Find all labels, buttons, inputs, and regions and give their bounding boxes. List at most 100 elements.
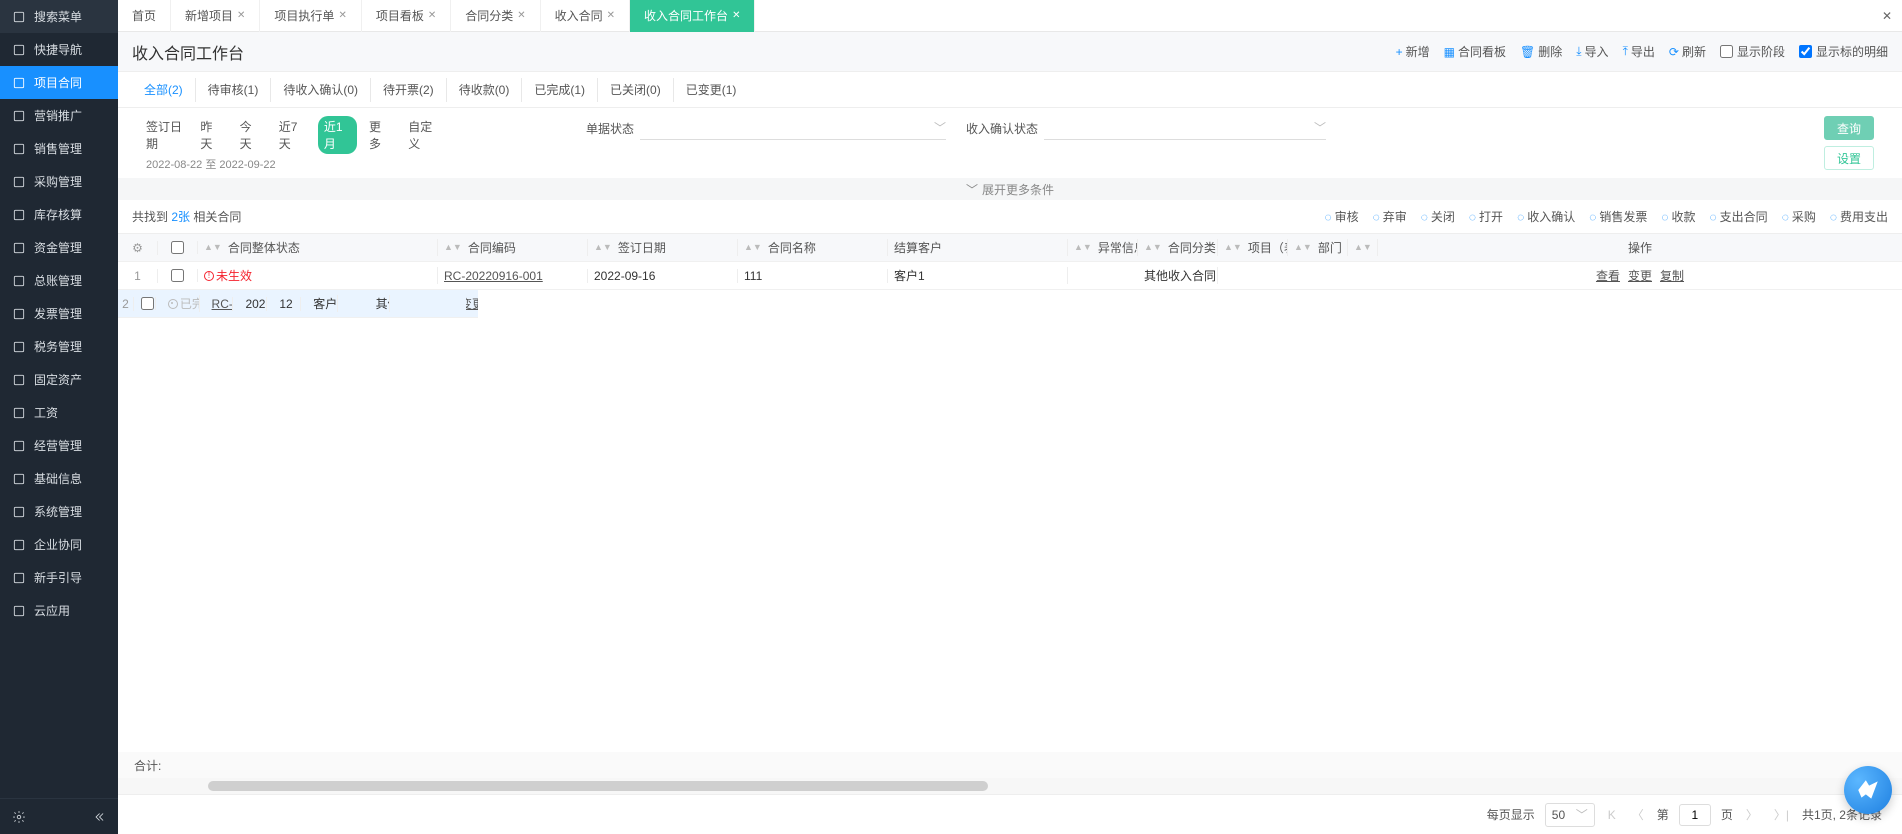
sidebar-item-box[interactable]: 库存核算: [0, 198, 118, 231]
date-opt-7d[interactable]: 近7天: [273, 116, 312, 154]
col-settings-icon[interactable]: ⚙: [118, 241, 158, 255]
checkbox-show-detail[interactable]: 显示标的明细: [1799, 43, 1888, 60]
settings-button[interactable]: 设置: [1824, 146, 1874, 170]
action-view-board[interactable]: ▦合同看板: [1444, 43, 1506, 60]
subtab[interactable]: 待收入确认(0): [271, 78, 371, 102]
tab-首页[interactable]: 首页: [118, 0, 171, 32]
sidebar-item-doc[interactable]: 项目合同: [0, 66, 118, 99]
date-opt-1m[interactable]: 近1月: [318, 116, 357, 154]
row-checkbox[interactable]: [140, 297, 156, 310]
sidebar-item-invoice[interactable]: 发票管理: [0, 297, 118, 330]
date-opt-more[interactable]: 更多: [363, 116, 396, 154]
tab-close-icon[interactable]: ✕: [338, 10, 346, 21]
date-opt-custom[interactable]: 自定义: [402, 116, 446, 154]
sidebar-item-cart[interactable]: 销售管理: [0, 132, 118, 165]
op-change[interactable]: 变更: [466, 295, 478, 312]
sidebar-item-tax[interactable]: 税务管理: [0, 330, 118, 363]
action-new[interactable]: +新增: [1396, 43, 1430, 60]
page-prev-icon[interactable]: 〈: [1629, 806, 1647, 823]
sidebar-item-megaphone[interactable]: 营销推广: [0, 99, 118, 132]
op-change[interactable]: 变更: [1628, 267, 1652, 284]
tab-收入合同工作台[interactable]: 收入合同工作台✕: [630, 0, 755, 32]
row-checkbox[interactable]: [158, 269, 198, 282]
row-code[interactable]: RC-20220822-001: [206, 297, 234, 311]
col-checkbox-all[interactable]: [158, 241, 198, 254]
col-category[interactable]: ▲▼合同分类: [1138, 239, 1218, 256]
expand-filters[interactable]: ﹀展开更多条件: [118, 178, 1902, 200]
sidebar-item-asset[interactable]: 固定资产: [0, 363, 118, 396]
tab-close-icon[interactable]: ✕: [517, 10, 525, 21]
sidebar-item-home[interactable]: 快捷导航: [0, 33, 118, 66]
date-opt-today[interactable]: 今天: [234, 116, 267, 154]
col-abnormal[interactable]: ▲▼异常信息: [1068, 239, 1138, 256]
sidebar-item-salary[interactable]: 工资: [0, 396, 118, 429]
gear-icon[interactable]: [12, 810, 26, 824]
table-action[interactable]: ◌关闭: [1421, 208, 1455, 225]
action-refresh[interactable]: ⟳刷新: [1669, 43, 1706, 60]
subtab[interactable]: 已关闭(0): [598, 78, 674, 102]
table-action[interactable]: ◌采购: [1782, 208, 1816, 225]
page-size-select[interactable]: 50﹀: [1545, 803, 1595, 827]
table-action[interactable]: ◌费用支出: [1830, 208, 1888, 225]
checkbox-show-stage[interactable]: 显示阶段: [1720, 43, 1785, 60]
table-row[interactable]: 2已完成 未开票 RC-20220822-0012022-08-2212客户1其…: [118, 290, 478, 318]
page-number-input[interactable]: [1679, 804, 1711, 826]
subtab[interactable]: 已完成(1): [522, 78, 598, 102]
sidebar-item-coin[interactable]: 资金管理: [0, 231, 118, 264]
page-first-icon[interactable]: K: [1605, 808, 1619, 822]
table-action[interactable]: ◌打开: [1469, 208, 1503, 225]
subtab[interactable]: 待开票(2): [371, 78, 447, 102]
row-code[interactable]: RC-20220916-001: [438, 269, 588, 283]
page-last-icon[interactable]: 〉|: [1771, 806, 1792, 823]
tab-close-icon[interactable]: ✕: [237, 10, 245, 21]
col-dept[interactable]: ▲▼部门: [1288, 239, 1348, 256]
sidebar-item-sys[interactable]: 系统管理: [0, 495, 118, 528]
table-action[interactable]: ◌收入确认: [1517, 208, 1575, 225]
table-action[interactable]: ◌弃审: [1373, 208, 1407, 225]
table-action[interactable]: ◌支出合同: [1710, 208, 1768, 225]
filter-confirm-dropdown[interactable]: ﹀: [1044, 116, 1326, 140]
tab-合同分类[interactable]: 合同分类✕: [451, 0, 540, 32]
tab-项目看板[interactable]: 项目看板✕: [362, 0, 451, 32]
page-next-icon[interactable]: 〉: [1743, 806, 1761, 823]
table-row[interactable]: 1未生效 RC-20220916-0012022-09-16111客户1其他收入…: [118, 262, 1902, 290]
col-status[interactable]: ▲▼合同整体状态: [198, 239, 438, 256]
tab-close-icon[interactable]: ✕: [428, 10, 436, 21]
col-biz[interactable]: ▲▼业务: [1348, 239, 1378, 256]
sidebar-item-biz[interactable]: 经营管理: [0, 429, 118, 462]
tab-close-icon[interactable]: ✕: [607, 10, 615, 21]
sidebar-item-coop[interactable]: 企业协同: [0, 528, 118, 561]
subtab[interactable]: 全部(2): [132, 78, 196, 102]
assistant-badge[interactable]: [1844, 766, 1892, 814]
close-all-tabs[interactable]: ✕: [1872, 9, 1902, 23]
action-import[interactable]: ⤓导入: [1576, 43, 1608, 60]
col-code[interactable]: ▲▼合同编码: [438, 239, 588, 256]
collapse-icon[interactable]: [92, 810, 106, 824]
tab-新增项目[interactable]: 新增项目✕: [171, 0, 260, 32]
col-name[interactable]: ▲▼合同名称: [738, 239, 888, 256]
tab-收入合同[interactable]: 收入合同✕: [541, 0, 630, 32]
col-date[interactable]: ▲▼签订日期: [588, 239, 738, 256]
table-action[interactable]: ◌销售发票: [1589, 208, 1647, 225]
date-opt-yesterday[interactable]: 昨天: [194, 116, 227, 154]
sidebar-item-ledger[interactable]: 总账管理: [0, 264, 118, 297]
op-copy[interactable]: 复制: [1660, 267, 1684, 284]
col-project[interactable]: ▲▼项目（表…: [1218, 239, 1288, 256]
sidebar-item-info[interactable]: 基础信息: [0, 462, 118, 495]
subtab[interactable]: 已变更(1): [674, 78, 749, 102]
sidebar-item-guide[interactable]: 新手引导: [0, 561, 118, 594]
table-action[interactable]: ◌收款: [1661, 208, 1695, 225]
sidebar-item-cloud[interactable]: 云应用: [0, 594, 118, 627]
filter-status-dropdown[interactable]: ﹀: [640, 116, 946, 140]
subtab[interactable]: 待收款(0): [447, 78, 523, 102]
query-button[interactable]: 查询: [1824, 116, 1874, 140]
sidebar-item-search[interactable]: 搜索菜单: [0, 0, 118, 33]
subtab[interactable]: 待审核(1): [196, 78, 272, 102]
sidebar-item-bag[interactable]: 采购管理: [0, 165, 118, 198]
action-delete[interactable]: 🗑删除: [1520, 43, 1562, 60]
tab-项目执行单[interactable]: 项目执行单✕: [260, 0, 361, 32]
action-export[interactable]: ⤒导出: [1623, 43, 1655, 60]
tab-close-icon[interactable]: ✕: [732, 10, 740, 21]
horizontal-scrollbar[interactable]: [118, 778, 1902, 794]
op-view[interactable]: 查看: [1596, 267, 1620, 284]
